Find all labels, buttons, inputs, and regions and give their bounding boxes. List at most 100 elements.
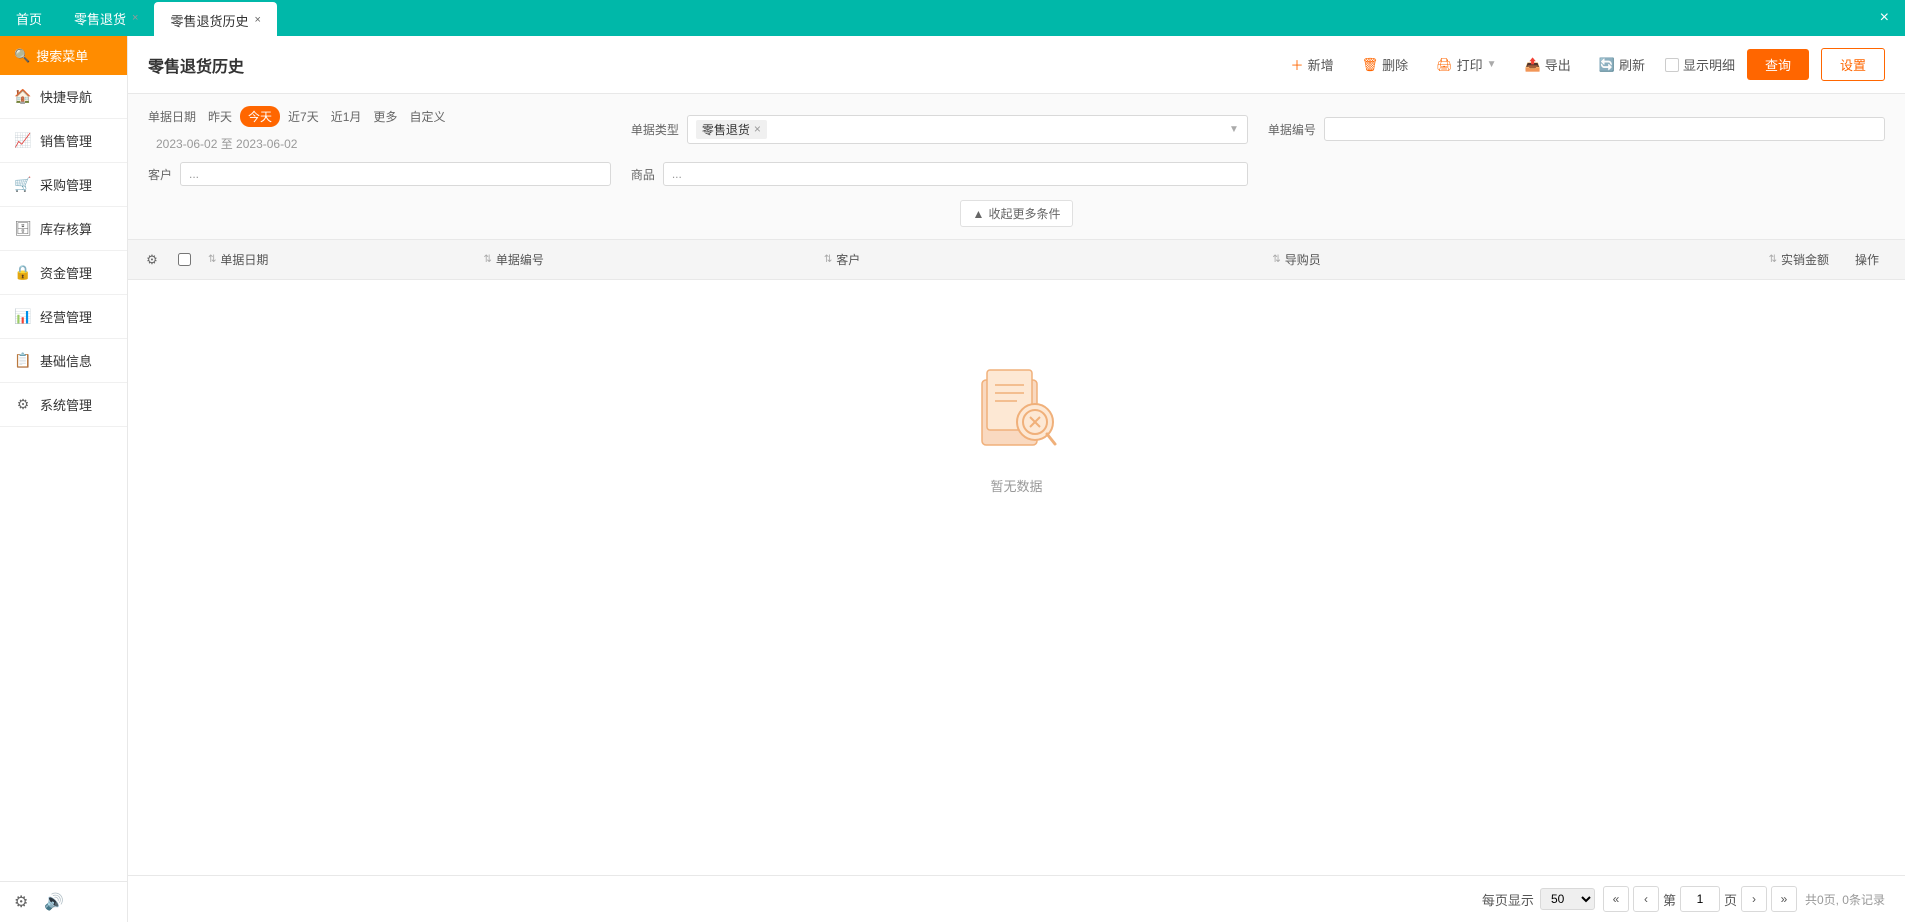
filter-date-buttons: 昨天 今天 近7天 近1月 更多 自定义	[204, 106, 449, 127]
export-button[interactable]: 📤 导出	[1517, 51, 1579, 78]
goods-filter-select[interactable]: ...	[663, 162, 1248, 186]
sort-icon-guide: ⇅	[1272, 254, 1280, 265]
empty-state: 暂无数据	[128, 280, 1905, 575]
customer-placeholder: ...	[189, 167, 199, 181]
empty-text: 暂无数据	[990, 476, 1042, 495]
th-op: 操作	[1837, 251, 1897, 268]
tab-retail-return-history-close[interactable]: ×	[254, 14, 260, 26]
sidebar-item-system-mgmt[interactable]: ⚙ 系统管理	[0, 383, 127, 427]
select-all-checkbox[interactable]	[168, 253, 200, 266]
top-tab-bar: 首页 零售退货 × 零售退货历史 × ×	[0, 0, 1905, 36]
type-filter-select[interactable]: 零售退货 × ▼	[687, 115, 1248, 144]
th-date[interactable]: ⇅ 单据日期	[200, 251, 476, 268]
page-title: 零售退货历史	[148, 53, 1283, 77]
filter-area: 单据日期 昨天 今天 近7天 近1月 更多 自定义 2023-06-02 至 2…	[128, 94, 1905, 240]
system-icon: ⚙	[14, 396, 32, 414]
th-guide[interactable]: ⇅ 导购员	[1264, 251, 1604, 268]
sidebar-search-label: 搜索菜单	[36, 46, 88, 65]
query-button[interactable]: 查询	[1747, 49, 1809, 80]
filter-goods-item: 商品 ...	[631, 162, 1248, 186]
pagination: 每页显示 50 10 20 100 « ‹ 第 页 › » 共0页, 0条记录	[128, 875, 1905, 922]
delete-label: 删除	[1382, 55, 1408, 74]
prev-page-button[interactable]: ‹	[1633, 886, 1659, 912]
display-detail-checkbox[interactable]	[1665, 58, 1679, 72]
tab-home[interactable]: 首页	[0, 0, 58, 36]
sidebar-item-quick-nav[interactable]: 🏠 快捷导航	[0, 75, 127, 119]
export-icon: 📤	[1525, 57, 1541, 73]
th-amount-label: 实销金额	[1781, 251, 1829, 268]
date-btn-7days[interactable]: 近7天	[284, 106, 323, 127]
th-customer[interactable]: ⇅ 客户	[816, 251, 1265, 268]
print-button[interactable]: 🖨 打印 ▼	[1428, 51, 1504, 78]
tab-retail-return-label: 零售退货	[74, 9, 126, 28]
date-btn-today[interactable]: 今天	[240, 106, 280, 127]
sidebar-item-finance-mgmt[interactable]: 🔒 资金管理	[0, 251, 127, 295]
sidebar-item-basic-info-label: 基础信息	[40, 351, 92, 370]
display-detail-label: 显示明细	[1683, 55, 1735, 74]
refresh-button[interactable]: 🔄 刷新	[1591, 51, 1653, 78]
date-btn-custom[interactable]: 自定义	[405, 106, 449, 127]
collapse-label: 收起更多条件	[988, 205, 1060, 222]
collapse-row: ▲ 收起更多条件	[148, 196, 1885, 227]
th-no[interactable]: ⇅ 单据编号	[476, 251, 816, 268]
set-button[interactable]: 设置	[1821, 48, 1885, 81]
date-btn-more[interactable]: 更多	[369, 106, 401, 127]
add-button[interactable]: ＋ 新增	[1283, 51, 1342, 78]
tab-retail-return-history-label: 零售退货历史	[170, 11, 248, 30]
main-layout: 🔍 搜索菜单 🏠 快捷导航 📈 销售管理 🛒 采购管理 🗄 库存核算 🔒 资金管…	[0, 36, 1905, 922]
display-detail-toggle[interactable]: 显示明细	[1665, 55, 1735, 74]
page-nav: « ‹ 第 页 › »	[1603, 886, 1797, 912]
volume-icon[interactable]: 🔊	[44, 892, 64, 912]
filter-date-item: 单据日期 昨天 今天 近7天 近1月 更多 自定义 2023-06-02 至 2…	[148, 106, 611, 152]
filter-row-2: 客户 ... 商品 ...	[148, 162, 1885, 186]
sidebar-item-quick-nav-label: 快捷导航	[40, 87, 92, 106]
tab-retail-return-history[interactable]: 零售退货历史 ×	[154, 2, 276, 38]
sidebar-item-inventory-calc[interactable]: 🗄 库存核算	[0, 207, 127, 251]
th-amount[interactable]: ⇅ 实销金额	[1605, 251, 1837, 268]
window-close-button[interactable]: ×	[1864, 9, 1905, 27]
page-number-input[interactable]	[1680, 886, 1720, 912]
delete-button[interactable]: 🗑 删除	[1354, 51, 1417, 78]
refresh-icon: 🔄	[1599, 57, 1615, 73]
date-btn-1month[interactable]: 近1月	[327, 106, 366, 127]
sidebar-item-operation-mgmt[interactable]: 📊 经营管理	[0, 295, 127, 339]
sort-icon-customer: ⇅	[824, 254, 832, 265]
column-settings-button[interactable]: ⚙	[136, 252, 168, 268]
table-header: ⚙ ⇅ 单据日期 ⇅ 单据编号 ⇅ 客户 ⇅ 导购员	[128, 240, 1905, 280]
date-range-display: 2023-06-02 至 2023-06-02	[156, 135, 297, 152]
type-filter-label: 单据类型	[631, 121, 679, 138]
type-tag-value: 零售退货	[702, 121, 750, 138]
sidebar-item-purchase-mgmt[interactable]: 🛒 采购管理	[0, 163, 127, 207]
search-icon: 🔍	[14, 48, 30, 64]
select-all-input[interactable]	[178, 253, 191, 266]
th-guide-label: 导购员	[1285, 251, 1321, 268]
print-label: 打印	[1457, 55, 1483, 74]
per-page-select[interactable]: 50 10 20 100	[1540, 888, 1595, 910]
next-page-button[interactable]: ›	[1741, 886, 1767, 912]
sidebar-item-basic-info[interactable]: 📋 基础信息	[0, 339, 127, 383]
collapse-button[interactable]: ▲ 收起更多条件	[960, 200, 1074, 227]
sidebar-search[interactable]: 🔍 搜索菜单	[0, 36, 127, 75]
page-header: 零售退货历史 ＋ 新增 🗑 删除 🖨 打印 ▼ 📤 导出	[128, 36, 1905, 94]
per-page-label: 每页显示	[1482, 890, 1534, 909]
first-page-button[interactable]: «	[1603, 886, 1629, 912]
collapse-icon: ▲	[973, 207, 985, 221]
header-actions: ＋ 新增 🗑 删除 🖨 打印 ▼ 📤 导出 🔄	[1283, 48, 1885, 81]
filter-row-1: 单据日期 昨天 今天 近7天 近1月 更多 自定义 2023-06-02 至 2…	[148, 106, 1885, 152]
type-tag-remove[interactable]: ×	[754, 122, 761, 136]
tab-retail-return[interactable]: 零售退货 ×	[58, 0, 154, 36]
type-tag: 零售退货 ×	[696, 120, 767, 139]
date-btn-yesterday[interactable]: 昨天	[204, 106, 236, 127]
sort-icon-no: ⇅	[484, 254, 492, 265]
customer-filter-label: 客户	[148, 166, 172, 183]
no-filter-label: 单据编号	[1268, 121, 1316, 138]
customer-filter-select[interactable]: ...	[180, 162, 611, 186]
sidebar-bottom: ⚙ 🔊	[0, 881, 127, 922]
print-chevron-icon: ▼	[1487, 59, 1497, 70]
no-filter-input[interactable]	[1324, 117, 1885, 141]
tab-retail-return-close[interactable]: ×	[132, 12, 138, 24]
sort-icon-amount: ⇅	[1769, 254, 1777, 265]
last-page-button[interactable]: »	[1771, 886, 1797, 912]
settings-icon[interactable]: ⚙	[14, 892, 28, 912]
sidebar-item-sales-mgmt[interactable]: 📈 销售管理	[0, 119, 127, 163]
